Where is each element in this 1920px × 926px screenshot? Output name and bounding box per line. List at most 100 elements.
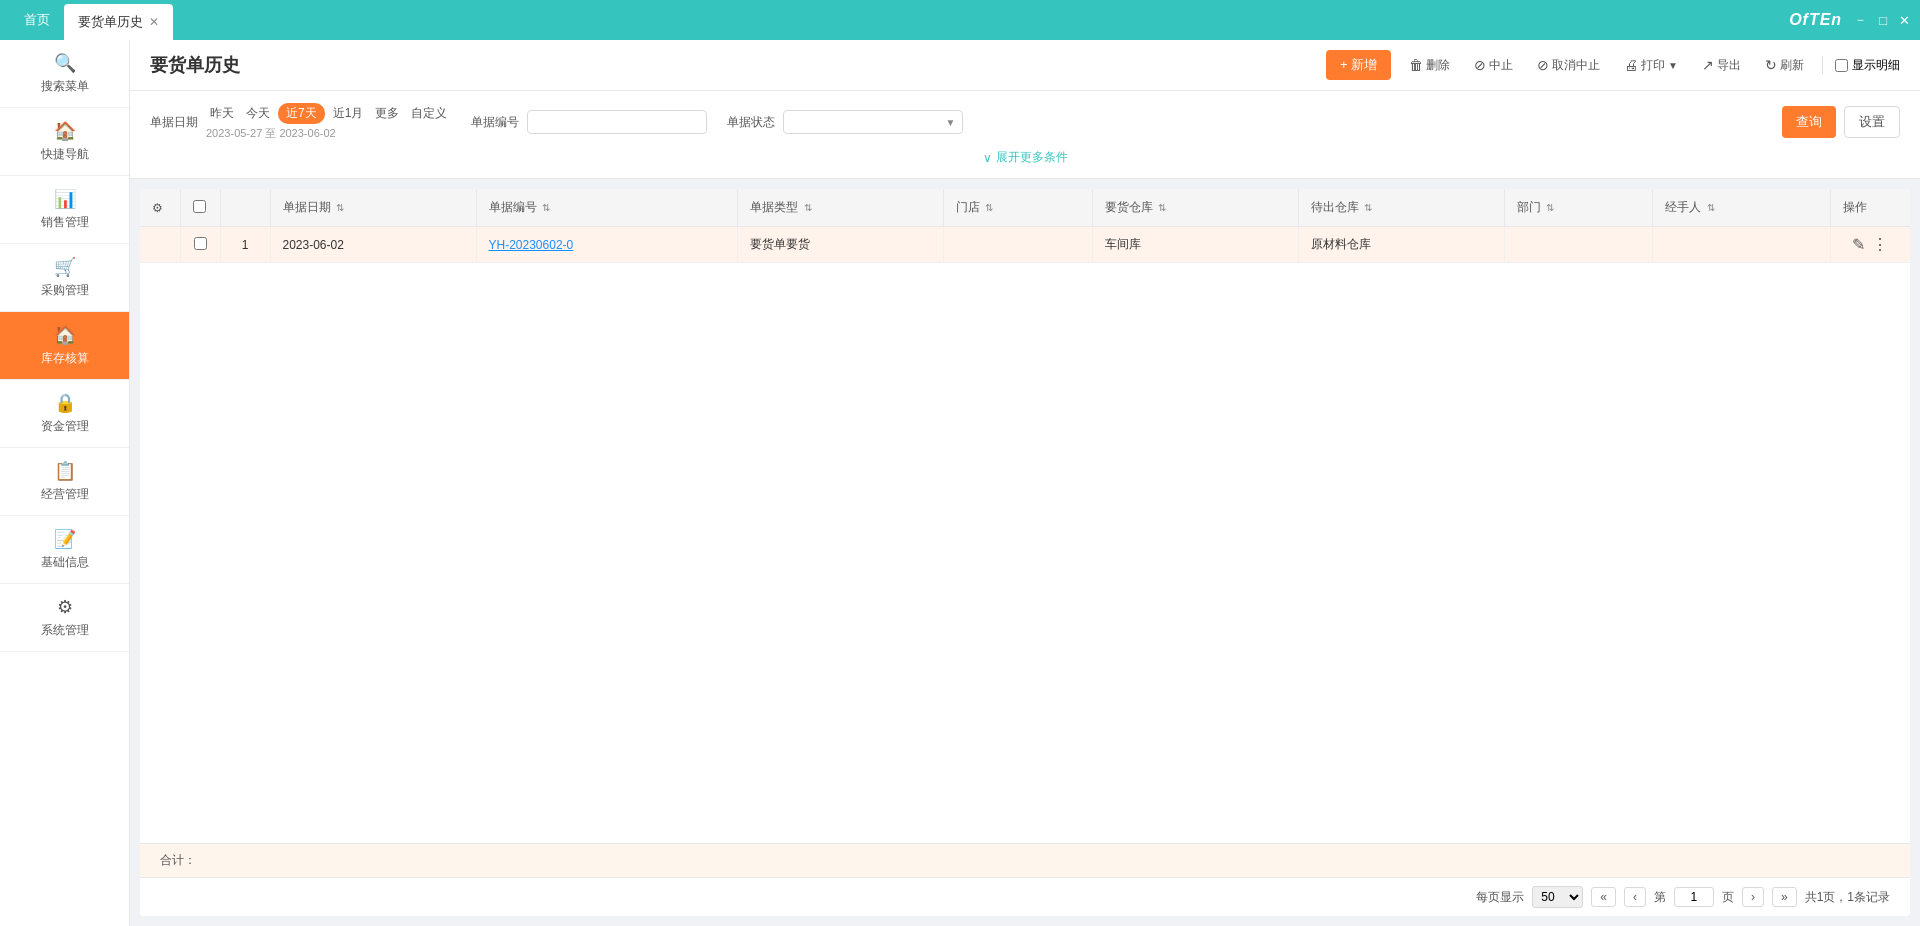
pagination-bar: 每页显示 20 50 100 200 « ‹ 第 页 › » 共1页，1条记录 bbox=[140, 877, 1910, 916]
summary-label: 合计： bbox=[160, 853, 196, 867]
brand-text: OfTEn bbox=[1789, 11, 1842, 29]
cancel-stop-button[interactable]: ⊘ 取消中止 bbox=[1531, 53, 1606, 78]
select-all-checkbox[interactable] bbox=[193, 200, 206, 213]
minimize-icon[interactable]: － bbox=[1854, 11, 1867, 29]
page-title: 要货单历史 bbox=[150, 53, 240, 77]
home-icon: 🏠 bbox=[54, 120, 76, 142]
sidebar-item-inventory[interactable]: 🏠 库存核算 bbox=[0, 312, 129, 380]
doc-no-filter-group: 单据编号 bbox=[471, 110, 707, 134]
date-btn-today[interactable]: 今天 bbox=[242, 103, 274, 124]
sort-pending-warehouse-icon[interactable]: ⇅ bbox=[1364, 202, 1372, 213]
th-department: 部门 ⇅ bbox=[1504, 189, 1653, 227]
sort-store-icon[interactable]: ⇅ bbox=[985, 202, 993, 213]
sidebar-item-label: 经营管理 bbox=[41, 486, 89, 503]
export-button[interactable]: ↗ 导出 bbox=[1696, 53, 1747, 78]
doc-no-input[interactable] bbox=[527, 110, 707, 134]
maximize-icon[interactable]: □ bbox=[1879, 13, 1887, 28]
sidebar-item-label: 基础信息 bbox=[41, 554, 89, 571]
filter-action-buttons: 查询 设置 bbox=[1782, 106, 1900, 138]
date-btn-more[interactable]: 更多 bbox=[371, 103, 403, 124]
gear-icon: ⚙ bbox=[57, 596, 73, 618]
th-settings: ⚙ bbox=[140, 189, 180, 227]
sort-doctype-icon[interactable]: ⇅ bbox=[804, 202, 812, 213]
date-filter-group: 单据日期 昨天 今天 近7天 近1月 更多 自定义 2023-05-27 至 2… bbox=[150, 103, 451, 141]
more-ops-icon[interactable]: ⋮ bbox=[1872, 236, 1888, 253]
operation-icon: 📋 bbox=[54, 460, 76, 482]
print-button[interactable]: 🖨 打印 ▼ bbox=[1618, 53, 1684, 78]
sidebar-item-search[interactable]: 🔍 搜索菜单 bbox=[0, 40, 129, 108]
lock-icon: 🔒 bbox=[54, 392, 76, 414]
prev-page-button[interactable]: ‹ bbox=[1624, 887, 1646, 907]
sort-department-icon[interactable]: ⇅ bbox=[1546, 202, 1554, 213]
close-window-icon[interactable]: ✕ bbox=[1899, 13, 1910, 28]
main-layout: 🔍 搜索菜单 🏠 快捷导航 📊 销售管理 🛒 采购管理 🏠 库存核算 🔒 资金管… bbox=[0, 40, 1920, 926]
td-doc-no: YH-20230602-0 bbox=[476, 227, 738, 263]
page-label: 第 bbox=[1654, 889, 1666, 906]
data-table: ⚙ 单据日期 ⇅ 单据编号 bbox=[140, 189, 1910, 263]
sidebar-item-label: 销售管理 bbox=[41, 214, 89, 231]
date-filter-buttons: 昨天 今天 近7天 近1月 更多 自定义 bbox=[206, 103, 451, 124]
doc-no-link[interactable]: YH-20230602-0 bbox=[489, 238, 574, 252]
sidebar-item-purchase[interactable]: 🛒 采购管理 bbox=[0, 244, 129, 312]
next-page-button[interactable]: › bbox=[1742, 887, 1764, 907]
per-page-select[interactable]: 20 50 100 200 bbox=[1532, 886, 1583, 908]
chart-icon: 📊 bbox=[54, 188, 76, 210]
per-page-label: 每页显示 bbox=[1476, 889, 1524, 906]
sort-req-warehouse-icon[interactable]: ⇅ bbox=[1158, 202, 1166, 213]
sidebar-item-basic[interactable]: 📝 基础信息 bbox=[0, 516, 129, 584]
table-header-row: ⚙ 单据日期 ⇅ 单据编号 bbox=[140, 189, 1910, 227]
row-checkbox[interactable] bbox=[194, 237, 207, 250]
sort-date-icon[interactable]: ⇅ bbox=[336, 202, 344, 213]
table-body: 1 2023-06-02 YH-20230602-0 要货单要货 车间库 原材料… bbox=[140, 227, 1910, 263]
delete-button[interactable]: 🗑 删除 bbox=[1403, 53, 1456, 78]
header-actions: + 新增 🗑 删除 ⊘ 中止 ⊘ 取消中止 🖨 打印 ▼ bbox=[1326, 50, 1900, 80]
td-checkbox bbox=[180, 227, 220, 263]
refresh-button[interactable]: ↻ 刷新 bbox=[1759, 53, 1810, 78]
edit-icon[interactable]: ✎ bbox=[1852, 236, 1865, 253]
sidebar-item-label: 快捷导航 bbox=[41, 146, 89, 163]
table-scroll-area: ⚙ 单据日期 ⇅ 单据编号 bbox=[140, 189, 1910, 843]
stop-button[interactable]: ⊘ 中止 bbox=[1468, 53, 1519, 78]
sidebar-item-sales[interactable]: 📊 销售管理 bbox=[0, 176, 129, 244]
inventory-icon: 🏠 bbox=[54, 324, 76, 346]
table-container: ⚙ 单据日期 ⇅ 单据编号 bbox=[140, 189, 1910, 916]
date-btn-7days[interactable]: 近7天 bbox=[278, 103, 325, 124]
th-store: 门店 ⇅ bbox=[944, 189, 1093, 227]
table-footer: 合计： bbox=[140, 843, 1910, 877]
show-detail-checkbox[interactable] bbox=[1835, 59, 1848, 72]
sort-docno-icon[interactable]: ⇅ bbox=[542, 202, 550, 213]
date-btn-yesterday[interactable]: 昨天 bbox=[206, 103, 238, 124]
query-button[interactable]: 查询 bbox=[1782, 106, 1836, 138]
tab-history[interactable]: 要货单历史 ✕ bbox=[64, 4, 173, 40]
sidebar-item-shortcut[interactable]: 🏠 快捷导航 bbox=[0, 108, 129, 176]
date-btn-custom[interactable]: 自定义 bbox=[407, 103, 451, 124]
search-icon: 🔍 bbox=[54, 52, 76, 74]
close-tab-icon[interactable]: ✕ bbox=[149, 15, 159, 29]
td-department bbox=[1504, 227, 1653, 263]
sidebar-item-finance[interactable]: 🔒 资金管理 bbox=[0, 380, 129, 448]
date-btn-1month[interactable]: 近1月 bbox=[329, 103, 368, 124]
expand-more-button[interactable]: ∨ 展开更多条件 bbox=[150, 149, 1900, 166]
status-select[interactable] bbox=[783, 110, 963, 134]
last-page-button[interactable]: » bbox=[1772, 887, 1797, 907]
new-button[interactable]: + 新增 bbox=[1326, 50, 1391, 80]
sidebar-item-operation[interactable]: 📋 经营管理 bbox=[0, 448, 129, 516]
stop-icon: ⊘ bbox=[1474, 57, 1486, 73]
td-settings bbox=[140, 227, 180, 263]
show-detail-label[interactable]: 显示明细 bbox=[1835, 57, 1900, 74]
delete-icon: 🗑 bbox=[1409, 57, 1423, 73]
td-ops: ✎ ⋮ bbox=[1830, 227, 1910, 263]
page-input[interactable] bbox=[1674, 887, 1714, 907]
sort-handler-icon[interactable]: ⇅ bbox=[1707, 202, 1715, 213]
page-header: 要货单历史 + 新增 🗑 删除 ⊘ 中止 ⊘ 取消中止 🖨 打印 bbox=[130, 40, 1920, 91]
table-settings-icon[interactable]: ⚙ bbox=[152, 201, 163, 215]
settings-button[interactable]: 设置 bbox=[1844, 106, 1900, 138]
first-page-button[interactable]: « bbox=[1591, 887, 1616, 907]
sidebar-item-system[interactable]: ⚙ 系统管理 bbox=[0, 584, 129, 652]
table-header: ⚙ 单据日期 ⇅ 单据编号 bbox=[140, 189, 1910, 227]
th-date: 单据日期 ⇅ bbox=[270, 189, 476, 227]
top-bar-right: OfTEn － □ ✕ bbox=[1789, 11, 1910, 29]
sidebar: 🔍 搜索菜单 🏠 快捷导航 📊 销售管理 🛒 采购管理 🏠 库存核算 🔒 资金管… bbox=[0, 40, 130, 926]
tab-home[interactable]: 首页 bbox=[10, 0, 64, 40]
th-pending-warehouse: 待出仓库 ⇅ bbox=[1298, 189, 1504, 227]
